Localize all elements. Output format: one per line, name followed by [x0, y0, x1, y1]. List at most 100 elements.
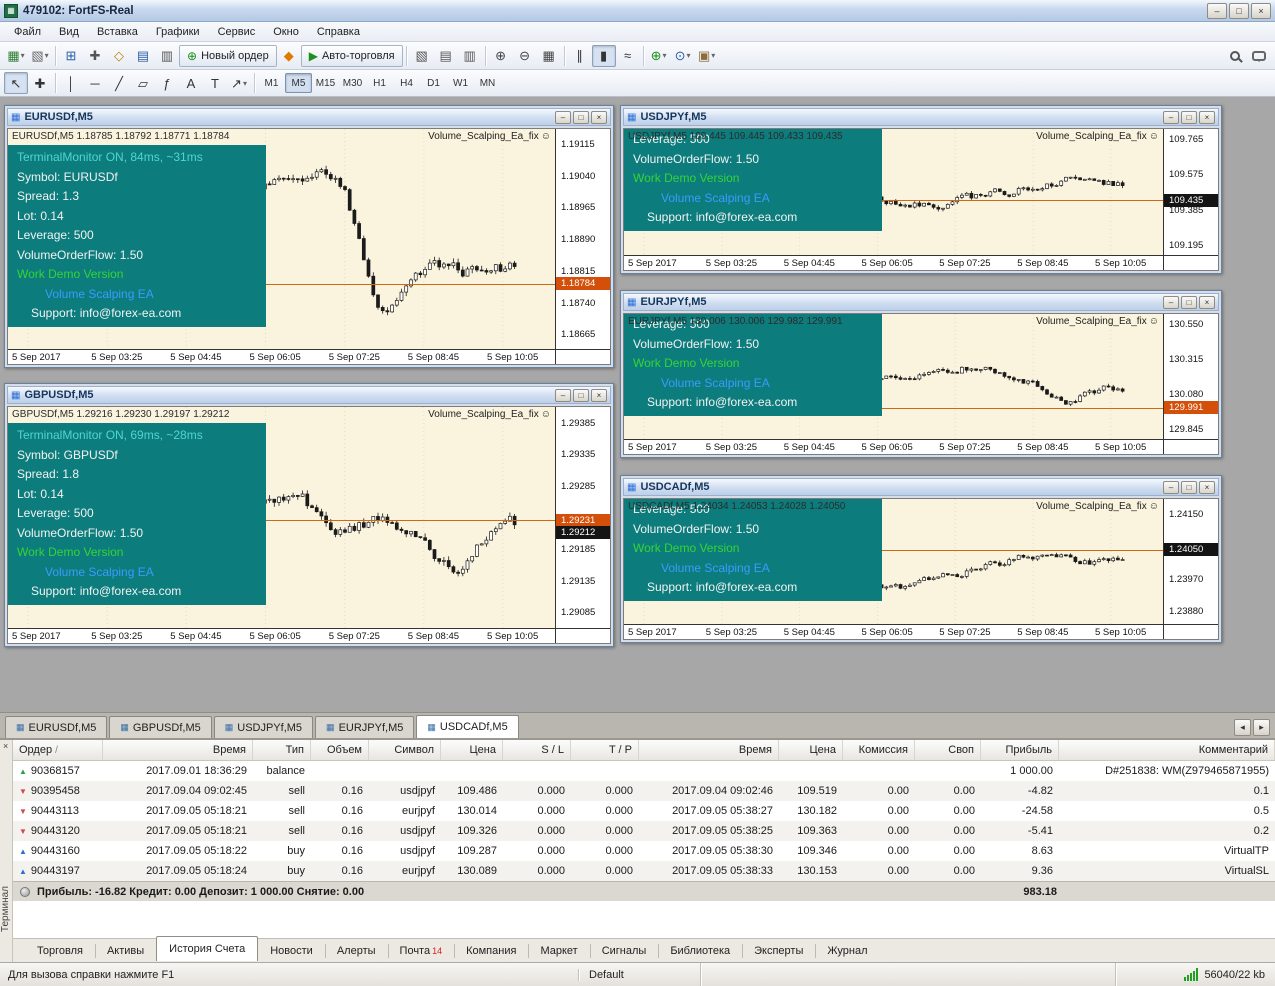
column-header-price-open[interactable]: Цена [441, 740, 503, 760]
metaeditor-button[interactable]: ◆ [277, 45, 301, 67]
tile-horizontally-button[interactable]: ▤ [434, 45, 458, 67]
timeframe-m15[interactable]: M15 [312, 73, 339, 93]
chart-titlebar[interactable]: ▦ USDCADf,M5 – □ × [623, 478, 1219, 496]
column-header-commission[interactable]: Комиссия [843, 740, 915, 760]
price-axis[interactable]: 130.550 130.315 130.080 129.845 129.991 [1163, 314, 1218, 439]
column-header-price-close[interactable]: Цена [779, 740, 843, 760]
terminal-button[interactable]: ▤ [131, 45, 155, 67]
vertical-line-button[interactable]: │ [59, 72, 83, 94]
chart-restore-button[interactable]: □ [573, 388, 589, 402]
text-button[interactable]: A [179, 72, 203, 94]
timeframe-d1[interactable]: D1 [420, 73, 447, 93]
chart-titlebar[interactable]: ▦ USDJPYf,M5 – □ × [623, 108, 1219, 126]
column-header-volume[interactable]: Объем [311, 740, 369, 760]
cursor-button[interactable]: ↖ [4, 72, 28, 94]
chart-restore-button[interactable]: □ [1181, 480, 1197, 494]
timeframe-m30[interactable]: M30 [339, 73, 366, 93]
terminal-tab-company[interactable]: Компания [454, 940, 528, 962]
chart-close-button[interactable]: × [1199, 480, 1215, 494]
price-axis[interactable]: 1.24150 1.23970 1.23880 1.24050 [1163, 499, 1218, 624]
column-header-time-open[interactable]: Время [103, 740, 253, 760]
chart-minimize-button[interactable]: – [1163, 295, 1179, 309]
history-row[interactable]: ▼ 90443120 2017.09.05 05:18:21 sell 0.16 usdj… [13, 821, 1275, 841]
ea-smiley-icon[interactable]: ☺ [1149, 131, 1159, 142]
terminal-tab-market[interactable]: Маркет [528, 940, 589, 962]
terminal-tab-mailbox[interactable]: Почта 14 [387, 940, 455, 962]
chart-restore-button[interactable]: □ [573, 110, 589, 124]
chart-plot[interactable]: Leverage: 500 VolumeOrderFlow: 1.50 Work D… [624, 499, 1163, 624]
fibonacci-button[interactable]: ƒ [155, 72, 179, 94]
autotrading-button[interactable]: ▶ Авто-торговля [300, 44, 403, 67]
market-watch-button[interactable]: ⊞ [59, 45, 83, 67]
time-axis[interactable]: 5 Sep 2017 5 Sep 03:25 5 Sep 04:45 5 Sep 06… [8, 349, 555, 364]
history-row[interactable]: ▲ 90443160 2017.09.05 05:18:22 buy 0.16 usdjp… [13, 841, 1275, 861]
column-header-tp[interactable]: T / P [571, 740, 639, 760]
terminal-tab-trade[interactable]: Торговля [25, 940, 95, 962]
chart-plot[interactable]: Leverage: 500 VolumeOrderFlow: 1.50 Work D… [624, 314, 1163, 439]
crosshair-button[interactable]: ✚ [28, 72, 52, 94]
menu-item-file[interactable]: Файл [5, 24, 50, 40]
close-button[interactable]: × [1251, 2, 1271, 19]
chart-titlebar[interactable]: ▦ GBPUSDf,M5 – □ × [7, 386, 611, 404]
timeframe-m5[interactable]: M5 [285, 73, 312, 93]
chart-minimize-button[interactable]: – [555, 110, 571, 124]
timeframe-h4[interactable]: H4 [393, 73, 420, 93]
chart-minimize-button[interactable]: – [1163, 110, 1179, 124]
menu-item-charts[interactable]: Графики [147, 24, 209, 40]
restore-button[interactable]: □ [1229, 2, 1249, 19]
column-header-order[interactable]: Ордер / [13, 740, 103, 760]
titlebar[interactable]: ▦ 479102: FortFS-Real – □ × [0, 0, 1275, 22]
history-row[interactable]: ▲ 90368157 2017.09.01 18:36:29 balance 1 000… [13, 761, 1275, 781]
chart-minimize-button[interactable]: – [1163, 480, 1179, 494]
chart-minimize-button[interactable]: – [555, 388, 571, 402]
terminal-tab-assets[interactable]: Активы [94, 940, 156, 962]
channel-button[interactable]: ▱ [131, 72, 155, 94]
tile-windows-button[interactable]: ▦ [537, 45, 561, 67]
chart-close-button[interactable]: × [591, 110, 607, 124]
terminal-tab-experts[interactable]: Эксперты [742, 940, 815, 962]
chart-restore-button[interactable]: □ [1181, 295, 1197, 309]
timeframe-mn[interactable]: MN [474, 73, 501, 93]
chart-close-button[interactable]: × [1199, 110, 1215, 124]
timeframe-m1[interactable]: M1 [258, 73, 285, 93]
menu-item-window[interactable]: Окно [264, 24, 308, 40]
menu-item-help[interactable]: Справка [308, 24, 369, 40]
time-axis[interactable]: 5 Sep 2017 5 Sep 03:25 5 Sep 04:45 5 Sep 06… [624, 439, 1163, 454]
chart-titlebar[interactable]: ▦ EURUSDf,M5 – □ × [7, 108, 611, 126]
new-chart-button[interactable]: ▦ ▾ [4, 45, 28, 67]
horizontal-line-button[interactable]: ─ [83, 72, 107, 94]
price-axis[interactable]: 1.19115 1.19040 1.18965 1.18890 1.18815 1.187… [555, 129, 610, 349]
strategy-tester-button[interactable]: ▥ [155, 45, 179, 67]
terminal-tab-account-history[interactable]: История Счета [156, 936, 259, 961]
chart-tab-eurjpy[interactable]: ▦ EURJPYf,M5 [315, 716, 415, 738]
terminal-tab-alerts[interactable]: Алерты [324, 940, 388, 962]
column-header-time-close[interactable]: Время [639, 740, 779, 760]
arrows-button[interactable]: ↗ ▾ [227, 72, 251, 94]
zoom-in-button[interactable]: ⊕ [489, 45, 513, 67]
chart-tab-usdcad[interactable]: ▦ USDCADf,M5 [416, 715, 519, 738]
cascade-windows-button[interactable]: ▧ [410, 45, 434, 67]
ea-smiley-icon[interactable]: ☺ [541, 409, 551, 420]
line-chart-button[interactable]: ≈ [616, 45, 640, 67]
zoom-out-button[interactable]: ⊖ [513, 45, 537, 67]
find-symbol-button[interactable] [1223, 45, 1247, 67]
chart-close-button[interactable]: × [1199, 295, 1215, 309]
chart-tab-eurusd[interactable]: ▦ EURUSDf,M5 [5, 716, 108, 738]
terminal-tab-journal[interactable]: Журнал [815, 940, 879, 962]
column-header-type[interactable]: Тип [253, 740, 311, 760]
data-window-button[interactable]: ✚ [83, 45, 107, 67]
terminal-tab-library[interactable]: Библиотека [658, 940, 742, 962]
ea-smiley-icon[interactable]: ☺ [1149, 501, 1159, 512]
minimize-button[interactable]: – [1207, 2, 1227, 19]
price-axis[interactable]: 1.293851.293351.292851.292351.291851.291… [555, 407, 610, 628]
timeframe-w1[interactable]: W1 [447, 73, 474, 93]
terminal-tab-signals[interactable]: Сигналы [589, 940, 659, 962]
ea-smiley-icon[interactable]: ☺ [1149, 316, 1159, 327]
menu-item-insert[interactable]: Вставка [88, 24, 147, 40]
terminal-close-icon[interactable]: × [3, 741, 8, 751]
time-axis[interactable]: 5 Sep 2017 5 Sep 03:25 5 Sep 04:45 5 Sep 06… [624, 255, 1163, 270]
chart-plot[interactable]: Leverage: 500 VolumeOrderFlow: 1.50 Work D… [624, 129, 1163, 255]
terminal-tab-news[interactable]: Новости [258, 940, 325, 962]
history-row[interactable]: ▼ 90395458 2017.09.04 09:02:45 sell 0.16 usdj… [13, 781, 1275, 801]
column-header-sl[interactable]: S / L [503, 740, 571, 760]
